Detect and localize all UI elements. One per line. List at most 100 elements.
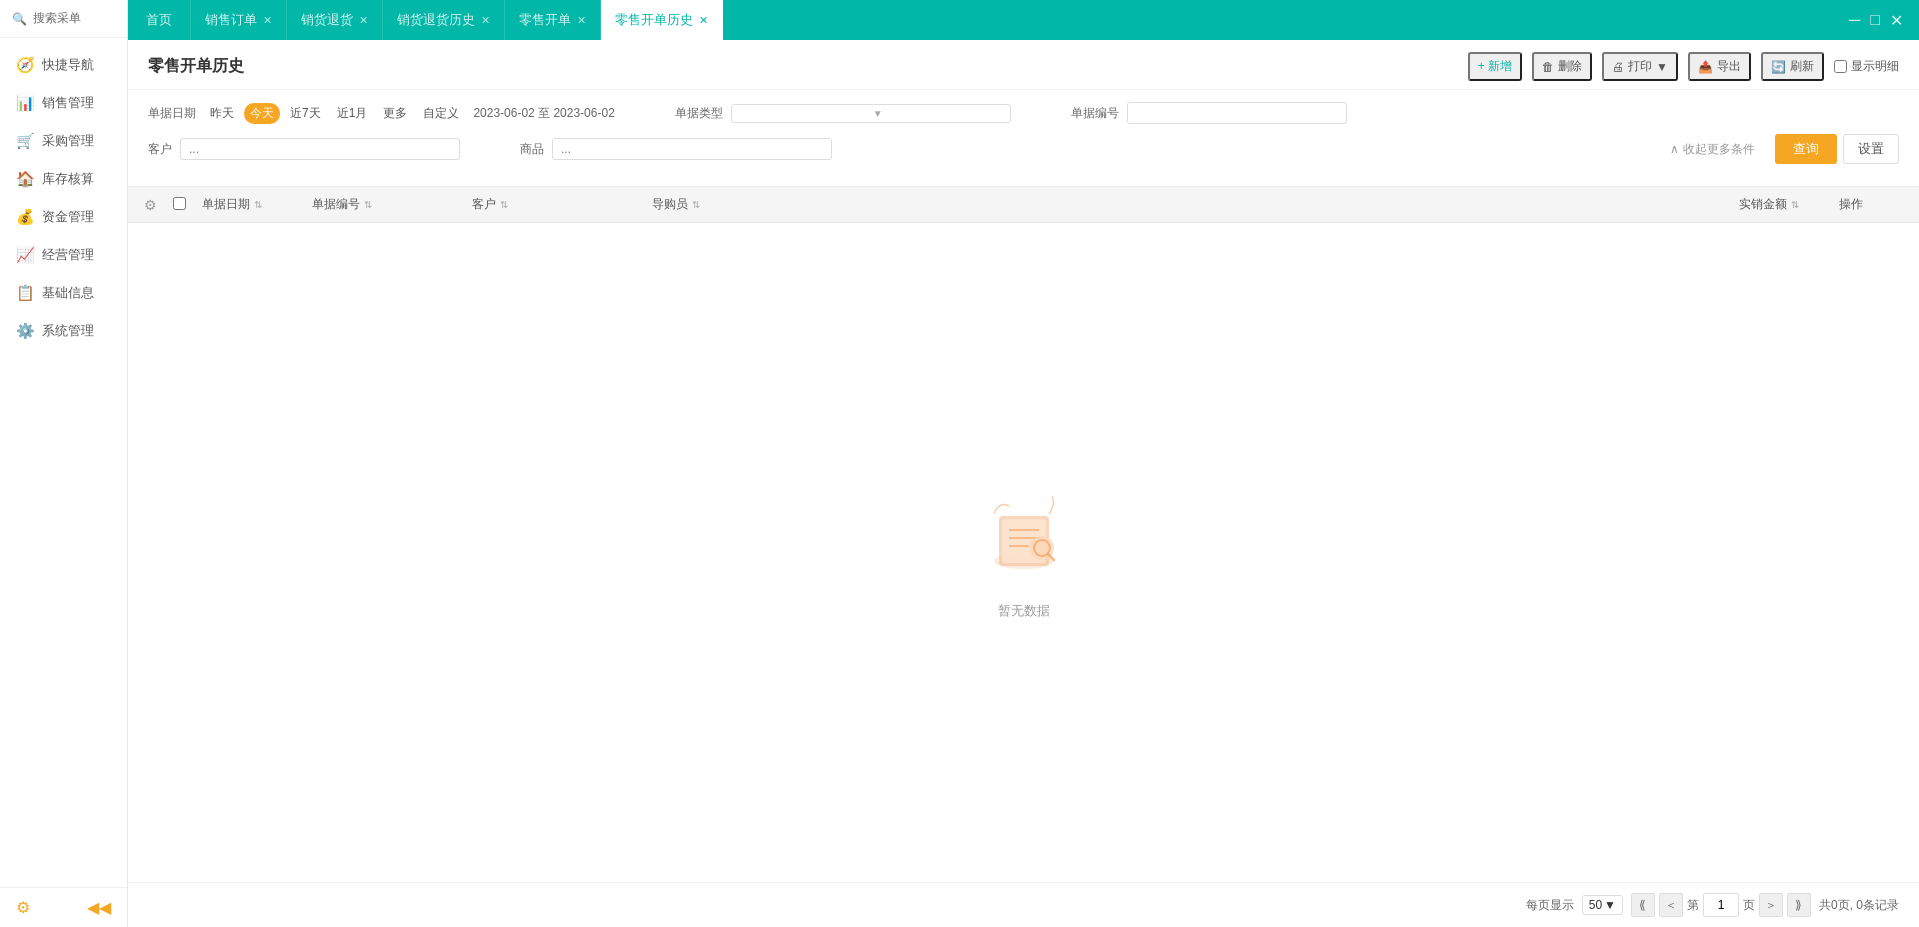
date-btn-custom[interactable]: 自定义 xyxy=(417,103,465,124)
page-next-btn[interactable]: ＞ xyxy=(1759,893,1783,917)
page-label: 第 xyxy=(1687,897,1699,914)
tab-retail-open-history[interactable]: 零售开单历史 ✕ xyxy=(601,0,723,40)
empty-text: 暂无数据 xyxy=(998,602,1050,620)
filter-goods: 商品 xyxy=(520,138,832,160)
th-amount[interactable]: 实销金额 ⇅ xyxy=(1731,196,1831,213)
page-suffix: 页 xyxy=(1743,897,1755,914)
th-customer-sort-icon: ⇅ xyxy=(500,199,508,210)
sidebar-item-base-info[interactable]: 📋 基础信息 xyxy=(0,274,127,312)
customer-input-wrap xyxy=(180,138,460,160)
tab-close-retail-open-history[interactable]: ✕ xyxy=(699,14,708,27)
tab-sales-return-history[interactable]: 销货退货历史✕ xyxy=(383,0,505,40)
settings-button[interactable]: 设置 xyxy=(1843,134,1899,164)
date-btn-today[interactable]: 今天 xyxy=(244,103,280,124)
tab-close-retail-open[interactable]: ✕ xyxy=(577,14,586,27)
th-bill-no-sort-icon: ⇅ xyxy=(364,199,372,210)
display-detail-checkbox-label[interactable]: 显示明细 xyxy=(1834,58,1899,75)
per-page-select[interactable]: 50 ▼ xyxy=(1582,895,1623,915)
collapse-sidebar-icon[interactable]: ◀◀ xyxy=(87,898,111,917)
page-input[interactable] xyxy=(1703,893,1739,917)
tab-close-sales-return-history[interactable]: ✕ xyxy=(481,14,490,27)
tab-label-home: 首页 xyxy=(146,11,172,29)
collapse-icon: ∧ xyxy=(1670,142,1679,156)
sidebar-item-sales-mgmt[interactable]: 📊 销售管理 xyxy=(0,84,127,122)
empty-illustration xyxy=(974,486,1074,586)
page-prev-btn[interactable]: ＜ xyxy=(1659,893,1683,917)
filter-customer: 客户 xyxy=(148,138,460,160)
page-header: 零售开单历史 + 新增 🗑 删除 🖨 打印 ▼ 📤 导出 🔄 xyxy=(128,40,1919,90)
sidebar-item-inventory[interactable]: 🏠 库存核算 xyxy=(0,160,127,198)
date-btn-more[interactable]: 更多 xyxy=(377,103,413,124)
delete-button[interactable]: 🗑 删除 xyxy=(1532,52,1592,81)
bill-type-arrow-icon: ▼ xyxy=(873,108,1002,119)
tab-label-sales-order: 销售订单 xyxy=(205,11,257,29)
th-guide[interactable]: 导购员 ⇅ xyxy=(644,196,744,213)
page-last-btn[interactable]: ⟫ xyxy=(1787,893,1811,917)
date-btn-7days[interactable]: 近7天 xyxy=(284,103,327,124)
tab-home[interactable]: 首页 xyxy=(128,0,191,40)
export-icon: 📤 xyxy=(1698,60,1713,74)
sidebar-icon-sys-mgmt: ⚙️ xyxy=(16,322,34,340)
sidebar-label-sys-mgmt: 系统管理 xyxy=(42,322,94,340)
tab-sales-return[interactable]: 销货退货✕ xyxy=(287,0,383,40)
sidebar-search[interactable]: 🔍 搜索采单 xyxy=(0,0,127,38)
tab-label-retail-open: 零售开单 xyxy=(519,11,571,29)
per-page-value: 50 xyxy=(1589,898,1602,912)
tab-close-sales-return[interactable]: ✕ xyxy=(359,14,368,27)
tab-bar: 首页销售订单✕销货退货✕销货退货历史✕零售开单✕零售开单历史✕ ─ □ ✕ xyxy=(128,0,1919,40)
window-maximize-icon[interactable]: □ xyxy=(1870,11,1880,29)
bill-no-input-wrap xyxy=(1127,102,1347,124)
search-icon: 🔍 xyxy=(12,12,27,26)
refresh-button[interactable]: 🔄 刷新 xyxy=(1761,52,1824,81)
table-settings-icon[interactable]: ⚙ xyxy=(136,197,164,213)
collapse-btn[interactable]: ∧ 收起更多条件 xyxy=(1670,141,1755,158)
filter-row-1: 单据日期 昨天 今天 近7天 近1月 更多 自定义 2023-06-02 至 2… xyxy=(148,102,1899,124)
filter-bill-type: 单据类型 ▼ xyxy=(675,104,1011,123)
bill-no-input[interactable] xyxy=(1136,106,1338,120)
bill-type-label: 单据类型 xyxy=(675,105,723,122)
customer-input[interactable] xyxy=(189,142,451,156)
main-content: 首页销售订单✕销货退货✕销货退货历史✕零售开单✕零售开单历史✕ ─ □ ✕ 零售… xyxy=(128,0,1919,927)
th-action-label: 操作 xyxy=(1839,196,1863,213)
sidebar-item-purchase-mgmt[interactable]: 🛒 采购管理 xyxy=(0,122,127,160)
th-date[interactable]: 单据日期 ⇅ xyxy=(194,196,304,213)
window-close-icon[interactable]: ✕ xyxy=(1890,11,1903,30)
query-button[interactable]: 查询 xyxy=(1775,134,1837,164)
goods-input[interactable] xyxy=(561,142,823,156)
tab-label-retail-open-history: 零售开单历史 xyxy=(615,11,693,29)
tab-sales-order[interactable]: 销售订单 ✕ xyxy=(191,0,287,40)
settings-icon[interactable]: ⚙ xyxy=(16,898,30,917)
date-btn-1month[interactable]: 近1月 xyxy=(331,103,374,124)
sidebar-label-business: 经营管理 xyxy=(42,246,94,264)
add-button[interactable]: + 新增 xyxy=(1468,52,1522,81)
sidebar-item-sys-mgmt[interactable]: ⚙️ 系统管理 xyxy=(0,312,127,350)
export-button[interactable]: 📤 导出 xyxy=(1688,52,1751,81)
display-detail-checkbox[interactable] xyxy=(1834,60,1847,73)
th-bill-no[interactable]: 单据编号 ⇅ xyxy=(304,196,464,213)
th-customer[interactable]: 客户 ⇅ xyxy=(464,196,644,213)
sidebar-icon-finance: 💰 xyxy=(16,208,34,226)
query-buttons: 查询 设置 xyxy=(1775,134,1899,164)
per-page-label: 每页显示 xyxy=(1526,897,1574,914)
sidebar-icon-business: 📈 xyxy=(16,246,34,264)
select-all-checkbox[interactable] xyxy=(173,197,186,210)
tabbar-right: ─ □ ✕ xyxy=(1849,11,1919,30)
page-first-btn[interactable]: ⟪ xyxy=(1631,893,1655,917)
print-button[interactable]: 🖨 打印 ▼ xyxy=(1602,52,1678,81)
sidebar-item-quick-nav[interactable]: 🧭 快捷导航 xyxy=(0,46,127,84)
sidebar-icon-purchase-mgmt: 🛒 xyxy=(16,132,34,150)
window-minimize-icon[interactable]: ─ xyxy=(1849,11,1860,29)
th-customer-label: 客户 xyxy=(472,196,496,213)
sidebar-footer: ⚙ ◀◀ xyxy=(0,887,127,927)
date-label: 单据日期 xyxy=(148,105,196,122)
tab-close-sales-order[interactable]: ✕ xyxy=(263,14,272,27)
tab-retail-open[interactable]: 零售开单 ✕ xyxy=(505,0,601,40)
sidebar-label-finance: 资金管理 xyxy=(42,208,94,226)
sidebar-item-finance[interactable]: 💰 资金管理 xyxy=(0,198,127,236)
bill-type-select[interactable]: ▼ xyxy=(731,104,1011,123)
date-btn-yesterday[interactable]: 昨天 xyxy=(204,103,240,124)
sidebar-item-business[interactable]: 📈 经营管理 xyxy=(0,236,127,274)
sidebar-label-purchase-mgmt: 采购管理 xyxy=(42,132,94,150)
filter-date: 单据日期 昨天 今天 近7天 近1月 更多 自定义 2023-06-02 至 2… xyxy=(148,103,615,124)
goods-input-wrap xyxy=(552,138,832,160)
